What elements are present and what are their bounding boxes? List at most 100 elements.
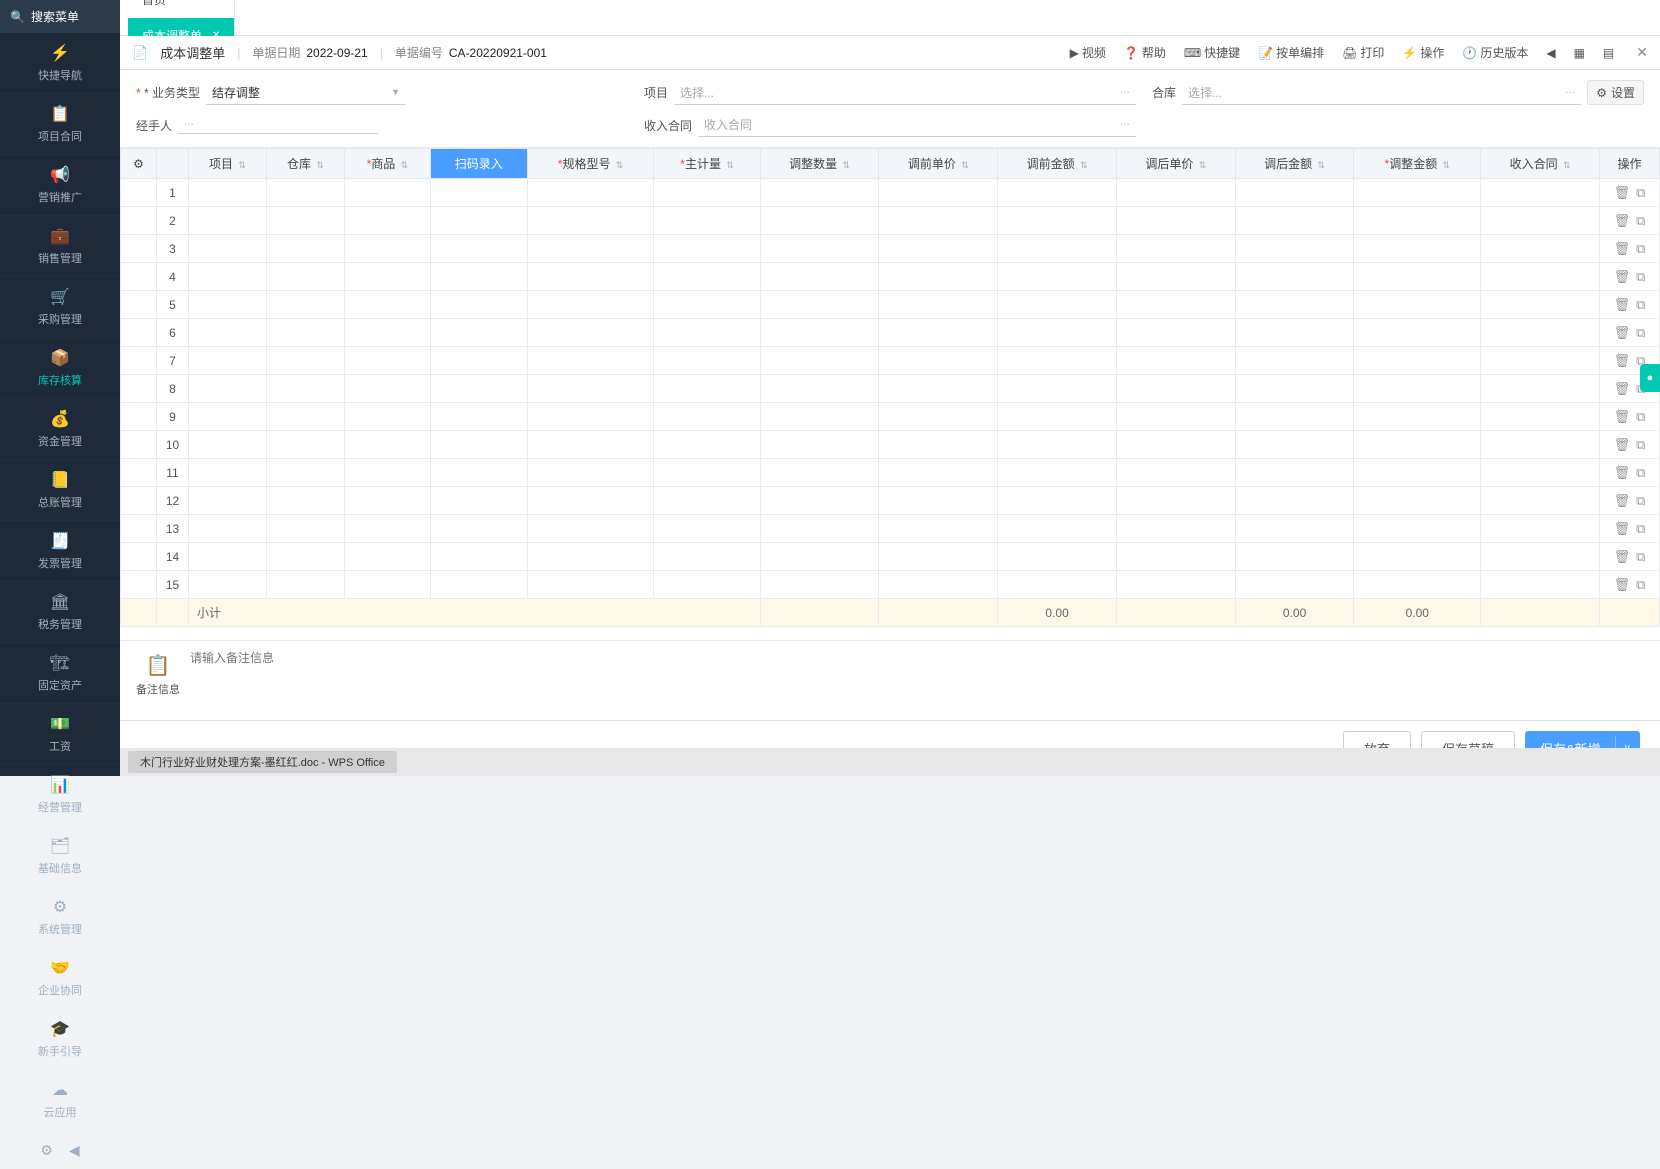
row-8-delete-icon[interactable]: 🗑 bbox=[1614, 381, 1631, 397]
col-adjust-amount-header[interactable]: *调整金额 ⇅ bbox=[1354, 149, 1481, 179]
row-3-prev-amount[interactable] bbox=[998, 235, 1117, 263]
warehouse-input[interactable]: 选择... ··· bbox=[1182, 81, 1581, 105]
row-5-after-unit-price[interactable] bbox=[1116, 291, 1235, 319]
row-11-after-amount[interactable] bbox=[1235, 459, 1354, 487]
row-7-adjust-amount[interactable] bbox=[1354, 347, 1481, 375]
row-3-unit[interactable] bbox=[654, 235, 760, 263]
row-5-product[interactable] bbox=[344, 291, 430, 319]
row-4-income-contract[interactable] bbox=[1481, 263, 1600, 291]
row-5-unit[interactable] bbox=[654, 291, 760, 319]
right-edge-tab[interactable]: ● bbox=[1640, 364, 1660, 392]
row-9-after-amount[interactable] bbox=[1235, 403, 1354, 431]
collapse-icon[interactable]: ◀ bbox=[69, 1142, 80, 1159]
print-btn[interactable]: 🖨打印 bbox=[1338, 42, 1388, 63]
row-4-after-unit-price[interactable] bbox=[1116, 263, 1235, 291]
row-9-after-unit-price[interactable] bbox=[1116, 403, 1235, 431]
row-4-delete-icon[interactable]: 🗑 bbox=[1614, 269, 1631, 285]
row-9-copy-icon[interactable]: ⧉ bbox=[1636, 409, 1645, 425]
row-8-after-unit-price[interactable] bbox=[1116, 375, 1235, 403]
row-13-qty[interactable] bbox=[760, 515, 879, 543]
taskbar-item[interactable]: 木门行业好业财处理方案-墨红红.doc - WPS Office bbox=[128, 751, 397, 773]
col-settings-header[interactable]: ⚙ bbox=[121, 149, 157, 179]
row-1-unit[interactable] bbox=[654, 179, 760, 207]
row-5-prev-amount[interactable] bbox=[998, 291, 1117, 319]
col-prev-amount-header[interactable]: 调前金额 ⇅ bbox=[998, 149, 1117, 179]
sidebar-item-ledger[interactable]: 📒 总账管理 bbox=[0, 460, 120, 521]
row-7-product[interactable] bbox=[344, 347, 430, 375]
row-2-qty[interactable] bbox=[760, 207, 879, 235]
row-4-warehouse[interactable] bbox=[266, 263, 344, 291]
row-6-qty[interactable] bbox=[760, 319, 879, 347]
col-spec-header[interactable]: *规格型号 ⇅ bbox=[527, 149, 654, 179]
row-7-delete-icon[interactable]: 🗑 bbox=[1614, 353, 1631, 369]
row-2-income-contract[interactable] bbox=[1481, 207, 1600, 235]
row-5-copy-icon[interactable]: ⧉ bbox=[1636, 297, 1645, 313]
row-8-unit[interactable] bbox=[654, 375, 760, 403]
sidebar-item-inventory[interactable]: 📦 库存核算 bbox=[0, 338, 120, 399]
row-12-adjust-amount[interactable] bbox=[1354, 487, 1481, 515]
row-6-unit[interactable] bbox=[654, 319, 760, 347]
row-6-product[interactable] bbox=[344, 319, 430, 347]
row-8-product[interactable] bbox=[344, 375, 430, 403]
row-5-project[interactable] bbox=[189, 291, 267, 319]
row-3-product[interactable] bbox=[344, 235, 430, 263]
row-3-scan[interactable] bbox=[430, 235, 527, 263]
row-13-scan[interactable] bbox=[430, 515, 527, 543]
row-4-unit[interactable] bbox=[654, 263, 760, 291]
nav-prev-btn[interactable]: ◀ bbox=[1542, 44, 1559, 62]
row-14-prev-unit-price[interactable] bbox=[879, 543, 998, 571]
row-1-prev-unit-price[interactable] bbox=[879, 179, 998, 207]
row-6-spec[interactable] bbox=[527, 319, 654, 347]
row-15-warehouse[interactable] bbox=[266, 571, 344, 599]
row-4-prev-unit-price[interactable] bbox=[879, 263, 998, 291]
row-9-spec[interactable] bbox=[527, 403, 654, 431]
col-project-header[interactable]: 项目 ⇅ bbox=[189, 149, 267, 179]
row-3-warehouse[interactable] bbox=[266, 235, 344, 263]
sidebar-item-enterprise[interactable]: 🤝 企业协同 bbox=[0, 948, 120, 1009]
sidebar-search[interactable]: 🔍 搜索菜单 bbox=[0, 0, 120, 33]
row-1-after-unit-price[interactable] bbox=[1116, 179, 1235, 207]
row-4-adjust-amount[interactable] bbox=[1354, 263, 1481, 291]
col-unit-header[interactable]: *主计量 ⇅ bbox=[654, 149, 760, 179]
col-prev-unit-price-header[interactable]: 调前单价 ⇅ bbox=[879, 149, 998, 179]
row-3-copy-icon[interactable]: ⧉ bbox=[1636, 241, 1645, 257]
row-3-delete-icon[interactable]: 🗑 bbox=[1614, 241, 1631, 257]
settings-bottom-icon[interactable]: ⚙ bbox=[40, 1142, 53, 1159]
row-4-after-amount[interactable] bbox=[1235, 263, 1354, 291]
row-12-warehouse[interactable] bbox=[266, 487, 344, 515]
sidebar-item-assets[interactable]: 🏗 固定资产 bbox=[0, 643, 120, 704]
row-2-warehouse[interactable] bbox=[266, 207, 344, 235]
col-qty-header[interactable]: 调整数量 ⇅ bbox=[760, 149, 879, 179]
row-14-qty[interactable] bbox=[760, 543, 879, 571]
handler-input[interactable]: ··· bbox=[178, 116, 378, 134]
row-15-spec[interactable] bbox=[527, 571, 654, 599]
row-10-income-contract[interactable] bbox=[1481, 431, 1600, 459]
row-14-scan[interactable] bbox=[430, 543, 527, 571]
row-14-prev-amount[interactable] bbox=[998, 543, 1117, 571]
row-11-adjust-amount[interactable] bbox=[1354, 459, 1481, 487]
row-1-warehouse[interactable] bbox=[266, 179, 344, 207]
row-7-prev-unit-price[interactable] bbox=[879, 347, 998, 375]
row-10-product[interactable] bbox=[344, 431, 430, 459]
row-3-income-contract[interactable] bbox=[1481, 235, 1600, 263]
row-8-project[interactable] bbox=[189, 375, 267, 403]
row-15-prev-amount[interactable] bbox=[998, 571, 1117, 599]
row-12-scan[interactable] bbox=[430, 487, 527, 515]
row-9-project[interactable] bbox=[189, 403, 267, 431]
row-10-scan[interactable] bbox=[430, 431, 527, 459]
row-10-unit[interactable] bbox=[654, 431, 760, 459]
row-11-scan[interactable] bbox=[430, 459, 527, 487]
row-9-scan[interactable] bbox=[430, 403, 527, 431]
row-10-qty[interactable] bbox=[760, 431, 879, 459]
row-5-after-amount[interactable] bbox=[1235, 291, 1354, 319]
sidebar-item-basic-info[interactable]: 🗂 基础信息 bbox=[0, 826, 120, 887]
row-1-project[interactable] bbox=[189, 179, 267, 207]
row-11-after-unit-price[interactable] bbox=[1116, 459, 1235, 487]
row-14-project[interactable] bbox=[189, 543, 267, 571]
row-10-copy-icon[interactable]: ⧉ bbox=[1636, 437, 1645, 453]
row-13-warehouse[interactable] bbox=[266, 515, 344, 543]
shortcut-btn[interactable]: ⌨快捷键 bbox=[1180, 42, 1244, 63]
row-8-adjust-amount[interactable] bbox=[1354, 375, 1481, 403]
row-13-after-amount[interactable] bbox=[1235, 515, 1354, 543]
row-14-delete-icon[interactable]: 🗑 bbox=[1614, 549, 1631, 565]
